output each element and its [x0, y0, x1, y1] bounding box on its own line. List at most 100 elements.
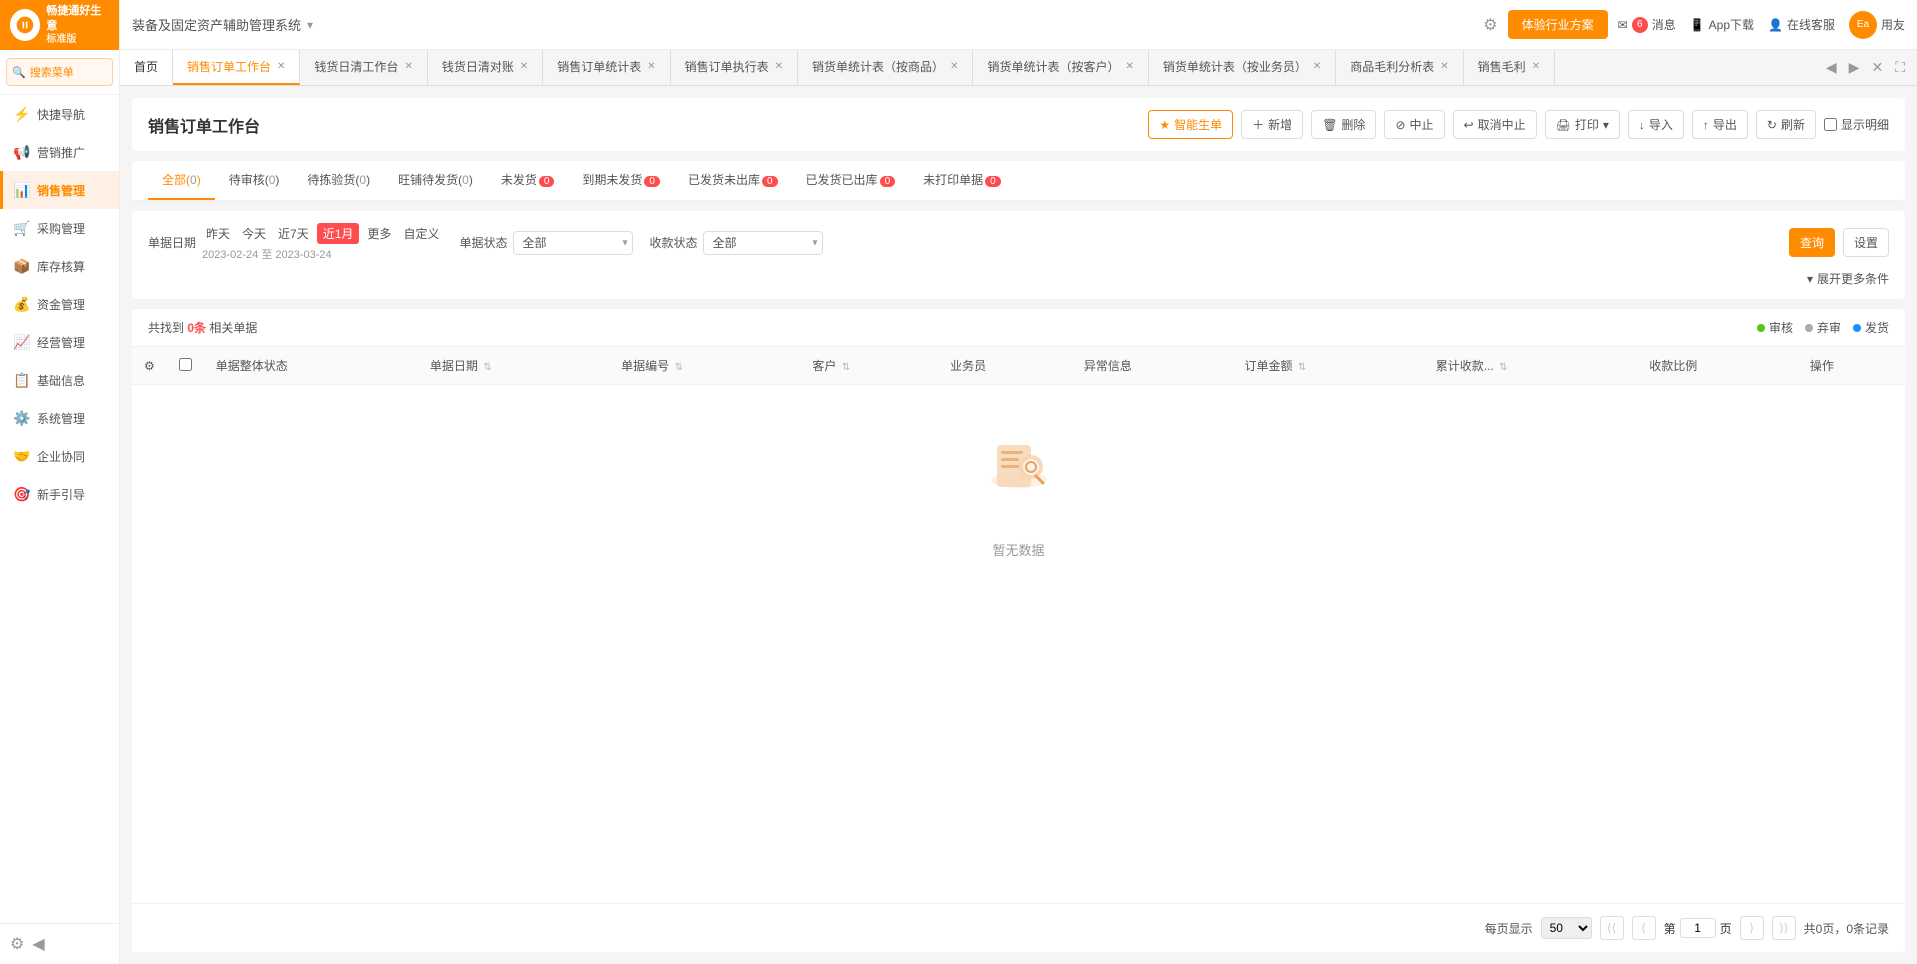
date-custom-btn[interactable]: 自定义 — [399, 223, 443, 244]
payment-select[interactable]: 全部 — [703, 231, 823, 255]
tab-sales-stats-product[interactable]: 销货单统计表（按商品） ✕ — [798, 50, 973, 85]
tab-close-sales-exec[interactable]: ✕ — [775, 61, 783, 72]
result-count: 共找到 0条 相关单据 — [148, 319, 257, 336]
tab-sales-stats-staff[interactable]: 销货单统计表（按业务员） ✕ — [1149, 50, 1336, 85]
tab-close-sales-stats-product[interactable]: ✕ — [950, 61, 958, 72]
number-sort-icon[interactable]: ⇅ — [674, 362, 682, 373]
tab-close-sales-workbench[interactable]: ✕ — [277, 61, 285, 72]
print-button[interactable]: 🖨 打印 ▾ — [1545, 110, 1620, 139]
tab-sales-workbench[interactable]: 销售订单工作台 ✕ — [173, 50, 300, 85]
tab-close-cash-daily[interactable]: ✕ — [404, 61, 412, 72]
date-sort-icon[interactable]: ⇅ — [483, 362, 491, 373]
user-item[interactable]: Ea 用友 — [1849, 11, 1905, 39]
filter-tab-pending-inspect[interactable]: 待拣验货(0) — [293, 161, 384, 200]
tab-close-sales-stats-staff[interactable]: ✕ — [1313, 61, 1321, 72]
per-page-select[interactable]: 20 50 100 — [1541, 917, 1592, 939]
tab-close-profit-analysis[interactable]: ✕ — [1440, 61, 1448, 72]
pagination-last-btn[interactable]: ⟩⟩ — [1772, 916, 1796, 940]
filter-tab-shipped-out[interactable]: 已发货已出库0 — [792, 161, 910, 200]
ship-action-btn[interactable]: 发货 — [1853, 319, 1889, 336]
th-config[interactable]: ⚙ — [132, 347, 167, 385]
query-button[interactable]: 查询 — [1789, 228, 1835, 257]
amount-sort-icon[interactable]: ⇅ — [1298, 362, 1306, 373]
sidebar-item-inventory[interactable]: 📦 库存核算 — [0, 247, 119, 285]
user-avatar: Ea — [1849, 11, 1877, 39]
message-icon: ✉ — [1618, 18, 1628, 32]
tab-sales-more[interactable]: 销售毛利 ✕ — [1464, 50, 1555, 85]
status-filter: 单据状态 全部 — [459, 231, 633, 255]
date-more-btn[interactable]: 更多 — [363, 223, 395, 244]
sidebar-item-guide[interactable]: 🎯 新手引导 — [0, 475, 119, 513]
stop-button[interactable]: ⊘ 中止 — [1384, 110, 1444, 139]
result-number: 0条 — [187, 321, 206, 335]
sidebar-item-marketing[interactable]: 📢 营销推广 — [0, 133, 119, 171]
status-select[interactable]: 全部 — [513, 231, 633, 255]
export-button[interactable]: ↑ 导出 — [1692, 110, 1748, 139]
received-sort-icon[interactable]: ⇅ — [1499, 362, 1507, 373]
filter-tab-shipped-not-out[interactable]: 已发货未出库0 — [674, 161, 792, 200]
pagination-prev-btn[interactable]: ⟨ — [1632, 916, 1656, 940]
online-service-item[interactable]: 👤 在线客服 — [1768, 16, 1835, 33]
tab-close-sales-stats-customer[interactable]: ✕ — [1125, 61, 1133, 72]
tab-close-cash-reconcile[interactable]: ✕ — [520, 61, 528, 72]
show-detail-checkbox[interactable] — [1824, 118, 1837, 131]
sidebar-item-finance[interactable]: 💰 资金管理 — [0, 285, 119, 323]
filter-tab-not-printed[interactable]: 未打印单据0 — [909, 161, 1015, 200]
import-button[interactable]: ↓ 导入 — [1628, 110, 1684, 139]
tabs-close-all-icon[interactable]: ✕ — [1867, 55, 1887, 80]
sidebar-item-system[interactable]: ⚙️ 系统管理 — [0, 399, 119, 437]
tabbar: 首页 销售订单工作台 ✕ 钱货日清工作台 ✕ 钱货日清对账 ✕ 销售订单统计表 … — [120, 50, 1917, 86]
tab-close-sales-stats[interactable]: ✕ — [647, 61, 655, 72]
tab-close-sales-more[interactable]: ✕ — [1532, 61, 1540, 72]
tabs-next-icon[interactable]: ▶ — [1845, 55, 1864, 80]
experience-btn[interactable]: 体验行业方案 — [1508, 10, 1608, 39]
tab-sales-stats-customer[interactable]: 销货单统计表（按客户） ✕ — [973, 50, 1148, 85]
th-date: 单据日期 ⇅ — [418, 347, 609, 385]
customer-sort-icon[interactable]: ⇅ — [842, 362, 850, 373]
sidebar-item-basic-info[interactable]: 📋 基础信息 — [0, 361, 119, 399]
filter-tab-not-shipped[interactable]: 未发货0 — [487, 161, 569, 200]
tabs-prev-icon[interactable]: ◀ — [1822, 55, 1841, 80]
pagination-first-btn[interactable]: ⟨⟨ — [1600, 916, 1624, 940]
smart-create-button[interactable]: ★ 智能生单 — [1148, 110, 1233, 139]
app-download-item[interactable]: 📱 App下载 — [1690, 16, 1754, 33]
date-today-btn[interactable]: 今天 — [238, 223, 270, 244]
collapse-sidebar-icon[interactable]: ◀ — [32, 934, 44, 954]
sidebar-item-operations[interactable]: 📈 经营管理 — [0, 323, 119, 361]
sidebar-item-quick-nav[interactable]: ⚡ 快捷导航 — [0, 95, 119, 133]
filter-tab-pending-review[interactable]: 待审核(0) — [215, 161, 294, 200]
message-item[interactable]: ✉ 6 消息 — [1618, 16, 1676, 33]
add-button[interactable]: ＋ 新增 — [1241, 110, 1303, 139]
settings-gear-icon[interactable]: ⚙ — [1483, 15, 1497, 35]
sidebar-bottom: ⚙ ◀ — [0, 923, 119, 964]
tab-sales-stats[interactable]: 销售订单统计表 ✕ — [543, 50, 670, 85]
delete-button[interactable]: 🗑 删除 — [1311, 110, 1376, 139]
settings-bottom-icon[interactable]: ⚙ — [10, 934, 24, 954]
select-all-checkbox[interactable] — [179, 358, 192, 371]
date-1month-btn[interactable]: 近1月 — [317, 223, 360, 244]
tab-cash-daily[interactable]: 钱货日清工作台 ✕ — [300, 50, 427, 85]
page-header: 销售订单工作台 ★ 智能生单 ＋ 新增 🗑 删除 ⊘ 中止 — [132, 98, 1905, 151]
tab-cash-reconcile[interactable]: 钱货日清对账 ✕ — [428, 50, 543, 85]
pagination-next-btn[interactable]: ⟩ — [1740, 916, 1764, 940]
date-7days-btn[interactable]: 近7天 — [274, 223, 313, 244]
audit-action-btn[interactable]: 审核 — [1757, 319, 1793, 336]
tab-sales-exec[interactable]: 销售订单执行表 ✕ — [671, 50, 798, 85]
refresh-button[interactable]: ↻ 刷新 — [1756, 110, 1816, 139]
date-yesterday-btn[interactable]: 昨天 — [202, 223, 234, 244]
cancel-stop-button[interactable]: ↩ 取消中止 — [1453, 110, 1537, 139]
tab-profit-analysis[interactable]: 商品毛利分析表 ✕ — [1336, 50, 1463, 85]
sidebar-item-enterprise[interactable]: 🤝 企业协同 — [0, 437, 119, 475]
filter-tab-wangpu[interactable]: 旺铺待发货(0) — [384, 161, 487, 200]
tabs-maximize-icon[interactable]: ⛶ — [1891, 55, 1909, 80]
sidebar-item-sales[interactable]: 📊 销售管理 — [0, 171, 119, 209]
tab-home[interactable]: 首页 — [120, 50, 173, 85]
filter-tab-expired-not-shipped[interactable]: 到期未发货0 — [568, 161, 674, 200]
sidebar-item-purchase[interactable]: 🛒 采购管理 — [0, 209, 119, 247]
search-menu-button[interactable]: 🔍 搜索菜单 — [6, 58, 113, 86]
filter-settings-button[interactable]: 设置 — [1843, 228, 1889, 257]
page-number-input[interactable] — [1680, 918, 1716, 938]
expand-filters-button[interactable]: ▾ 展开更多条件 — [1807, 270, 1889, 287]
cancel-audit-action-btn[interactable]: 弃审 — [1805, 319, 1841, 336]
filter-tab-all[interactable]: 全部(0) — [148, 161, 215, 200]
